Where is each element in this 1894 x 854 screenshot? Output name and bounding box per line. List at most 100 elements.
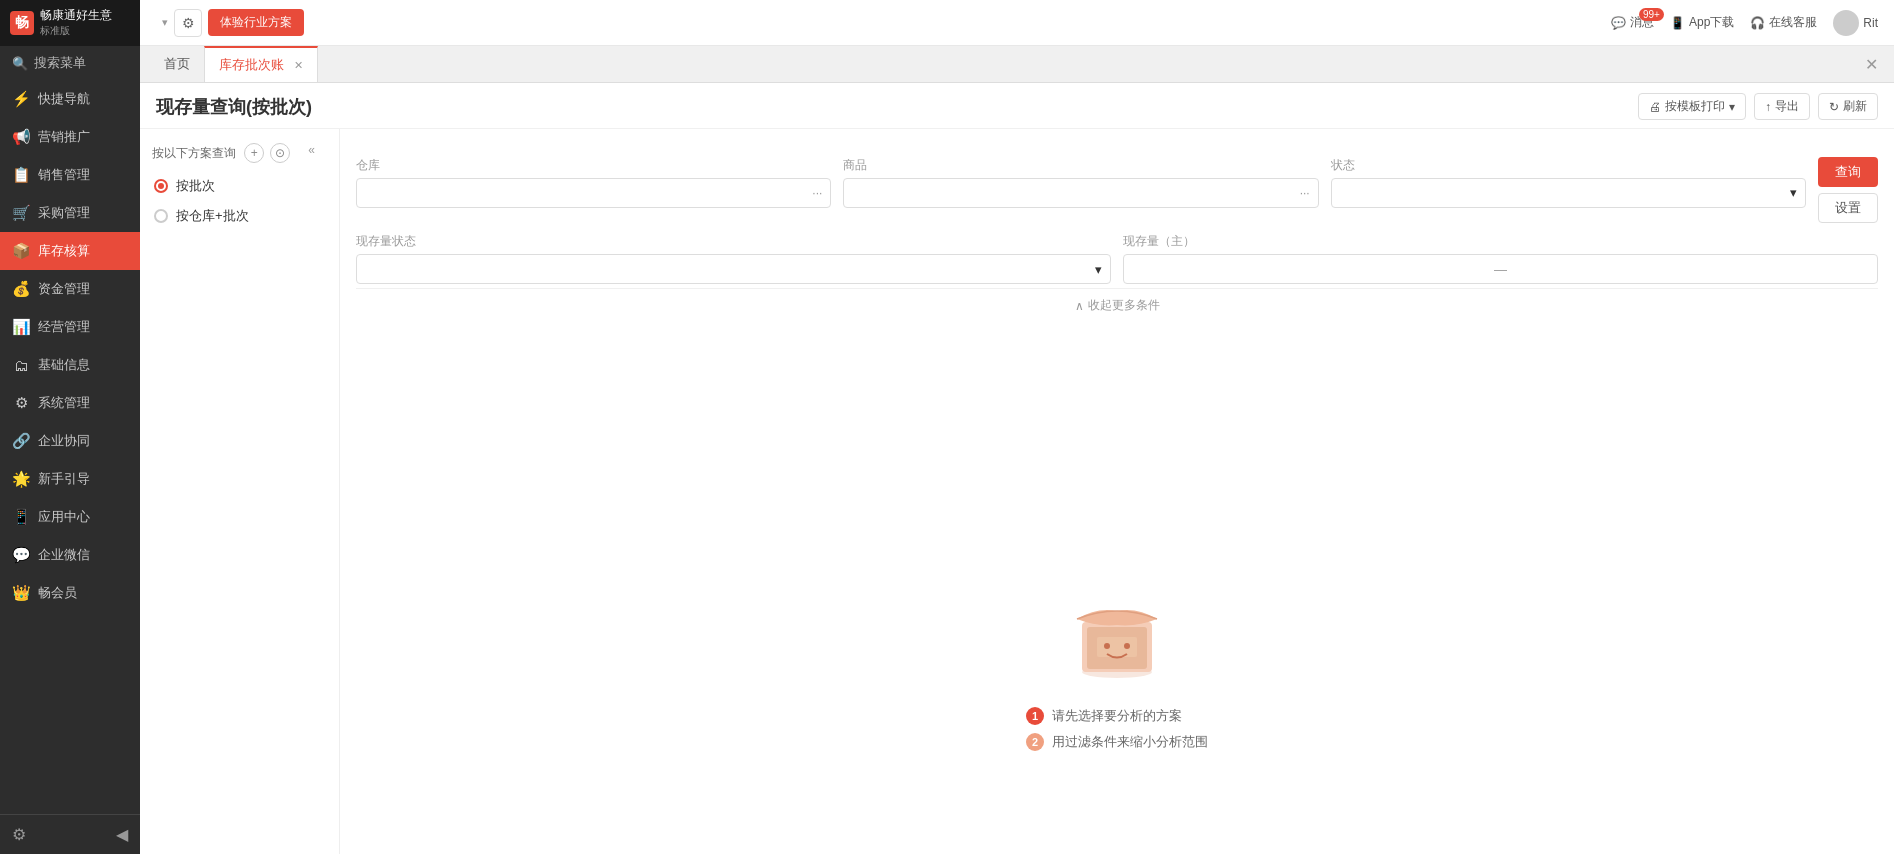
scheme-settings-button[interactable]: ⊙ [270,143,290,163]
left-panel-collapse-button[interactable]: « [296,143,327,163]
online-service-label: 在线客服 [1769,14,1817,31]
status-label: 状态 [1331,157,1806,174]
goods-input[interactable]: ··· [843,178,1318,208]
filter-row-2: 现存量状态 ▾ 现存量（主） [356,233,1878,284]
refresh-button[interactable]: ↻ 刷新 [1818,93,1878,120]
empty-hint-2: 2 用过滤条件来缩小分析范围 [1026,733,1208,751]
hint-text-1: 请先选择要分析的方案 [1052,707,1182,725]
app-download-action[interactable]: 📱 App下载 [1670,14,1734,31]
breadcrumb-dropdown-icon[interactable]: ▾ [162,16,168,29]
sidebar-item-system[interactable]: ⚙ 系统管理 [0,384,140,422]
gear-icon[interactable]: ⚙ [12,825,26,844]
sidebar-item-wechat[interactable]: 💬 企业微信 [0,536,140,574]
sidebar-item-label: 营销推广 [38,128,90,146]
stock-status-dropdown-icon: ▾ [1095,262,1102,277]
system-icon: ⚙ [12,394,30,412]
user-profile[interactable]: Rit [1833,10,1878,36]
empty-illustration [1057,567,1177,687]
collapse-more-button[interactable]: ∧ 收起更多条件 [356,288,1878,322]
empty-hint-1: 1 请先选择要分析的方案 [1026,707,1208,725]
filter-setting-button[interactable]: 设置 [1818,193,1878,223]
sales-icon: 📋 [12,166,30,184]
sidebar-item-sales[interactable]: 📋 销售管理 [0,156,140,194]
stock-status-label: 现存量状态 [356,233,1111,250]
operation-icon: 📊 [12,318,30,336]
sidebar-item-marketing[interactable]: 📢 营销推广 [0,118,140,156]
stock-qty-label: 现存量（主） [1123,233,1878,250]
sidebar-item-apps[interactable]: 📱 应用中心 [0,498,140,536]
sidebar-item-enterprise[interactable]: 🔗 企业协同 [0,422,140,460]
tab-home[interactable]: 首页 [150,47,204,81]
marketing-icon: 📢 [12,128,30,146]
scheme-item-by-warehouse-batch[interactable]: 按仓库+批次 [140,201,339,231]
warehouse-input[interactable]: ··· [356,178,831,208]
export-label: 导出 [1775,98,1799,115]
trial-button[interactable]: 体验行业方案 [208,9,304,36]
sidebar-item-guide[interactable]: 🌟 新手引导 [0,460,140,498]
print-icon: 🖨 [1649,100,1661,114]
guide-icon: 🌟 [12,470,30,488]
add-scheme-button[interactable]: + [244,143,264,163]
message-icon: 💬 [1611,16,1626,30]
sidebar-item-basic[interactable]: 🗂 基础信息 [0,346,140,384]
stock-qty-to[interactable] [1513,262,1869,277]
stock-qty-range[interactable]: — [1123,254,1878,284]
page-content: 现存量查询(按批次) 🖨 按模板打印 ▾ ↑ 导出 ↻ 刷新 [140,83,1894,854]
message-action[interactable]: 💬 消息 99+ [1611,14,1654,31]
scheme-item-by-batch[interactable]: 按批次 [140,171,339,201]
stock-status-field: 现存量状态 ▾ [356,233,1111,284]
stock-status-select[interactable]: ▾ [356,254,1111,284]
sidebar-nav: 🔍 搜索菜单 ⚡ 快捷导航 📢 营销推广 📋 销售管理 🛒 采购管理 📦 库存核… [0,46,140,814]
export-button[interactable]: ↑ 导出 [1754,93,1810,120]
sidebar-item-inventory[interactable]: 📦 库存核算 [0,232,140,270]
stock-qty-field: 现存量（主） — [1123,233,1878,284]
sidebar-item-finance[interactable]: 💰 资金管理 [0,270,140,308]
topbar-settings-button[interactable]: ⚙ [174,9,202,37]
sidebar-item-label: 资金管理 [38,280,90,298]
panel-close-button[interactable]: ✕ [1865,55,1878,74]
topbar: ▾ ⚙ 体验行业方案 💬 消息 99+ 📱 App下载 🎧 在线客服 Ri [140,0,1894,46]
goods-more-icon[interactable]: ··· [1300,186,1310,200]
hint-num-1: 1 [1026,707,1044,725]
tab-close-icon[interactable]: ✕ [294,59,303,72]
collapse-icon[interactable]: ◀ [116,825,128,844]
sidebar-item-label: 库存核算 [38,242,90,260]
status-select[interactable]: ▾ [1331,178,1806,208]
scheme-label: 按仓库+批次 [176,207,249,225]
stock-qty-from[interactable] [1132,262,1488,277]
inventory-icon: 📦 [12,242,30,260]
filter-row-1: 仓库 ··· 商品 ··· [356,141,1878,223]
app-logo: 畅 [10,11,34,35]
warehouse-more-icon[interactable]: ··· [812,186,822,200]
sidebar-search[interactable]: 🔍 搜索菜单 [0,46,140,80]
collapse-icon: ∧ [1075,299,1084,313]
sidebar-item-quick-nav[interactable]: ⚡ 快捷导航 [0,80,140,118]
export-icon: ↑ [1765,100,1771,114]
sidebar-footer: ⚙ ◀ [0,814,140,854]
svg-point-4 [1104,643,1110,649]
online-service-action[interactable]: 🎧 在线客服 [1750,14,1817,31]
filter-area: 按以下方案查询 + ⊙ « 按批次 [140,129,1894,854]
sidebar-item-label: 系统管理 [38,394,90,412]
app-download-icon: 📱 [1670,16,1685,30]
scheme-radio-active [154,179,168,193]
refresh-label: 刷新 [1843,98,1867,115]
tab-inventory-batch[interactable]: 库存批次账 ✕ [204,46,318,82]
svg-rect-3 [1097,637,1137,657]
print-button[interactable]: 🖨 按模板打印 ▾ [1638,93,1746,120]
tabbar: 首页 库存批次账 ✕ ✕ [140,46,1894,83]
empty-state: 1 请先选择要分析的方案 2 用过滤条件来缩小分析范围 [340,464,1894,855]
left-panel-actions: + ⊙ « [244,143,327,163]
topbar-settings-icon: ⚙ [182,15,195,31]
warehouse-filter-field: 仓库 ··· [356,157,831,208]
left-panel: 按以下方案查询 + ⊙ « 按批次 [140,129,340,854]
status-filter-field: 状态 ▾ [1331,157,1806,208]
sidebar-item-operation[interactable]: 📊 经营管理 [0,308,140,346]
sidebar-item-label: 经营管理 [38,318,90,336]
status-dropdown-icon: ▾ [1790,185,1797,200]
sidebar-item-label: 采购管理 [38,204,90,222]
query-button[interactable]: 查询 [1818,157,1878,187]
sidebar-item-purchase[interactable]: 🛒 采购管理 [0,194,140,232]
sidebar-item-member[interactable]: 👑 畅会员 [0,574,140,612]
sidebar: 畅 畅康通好生意 标准版 🔍 搜索菜单 ⚡ 快捷导航 📢 营销推广 📋 销售管理… [0,0,140,854]
